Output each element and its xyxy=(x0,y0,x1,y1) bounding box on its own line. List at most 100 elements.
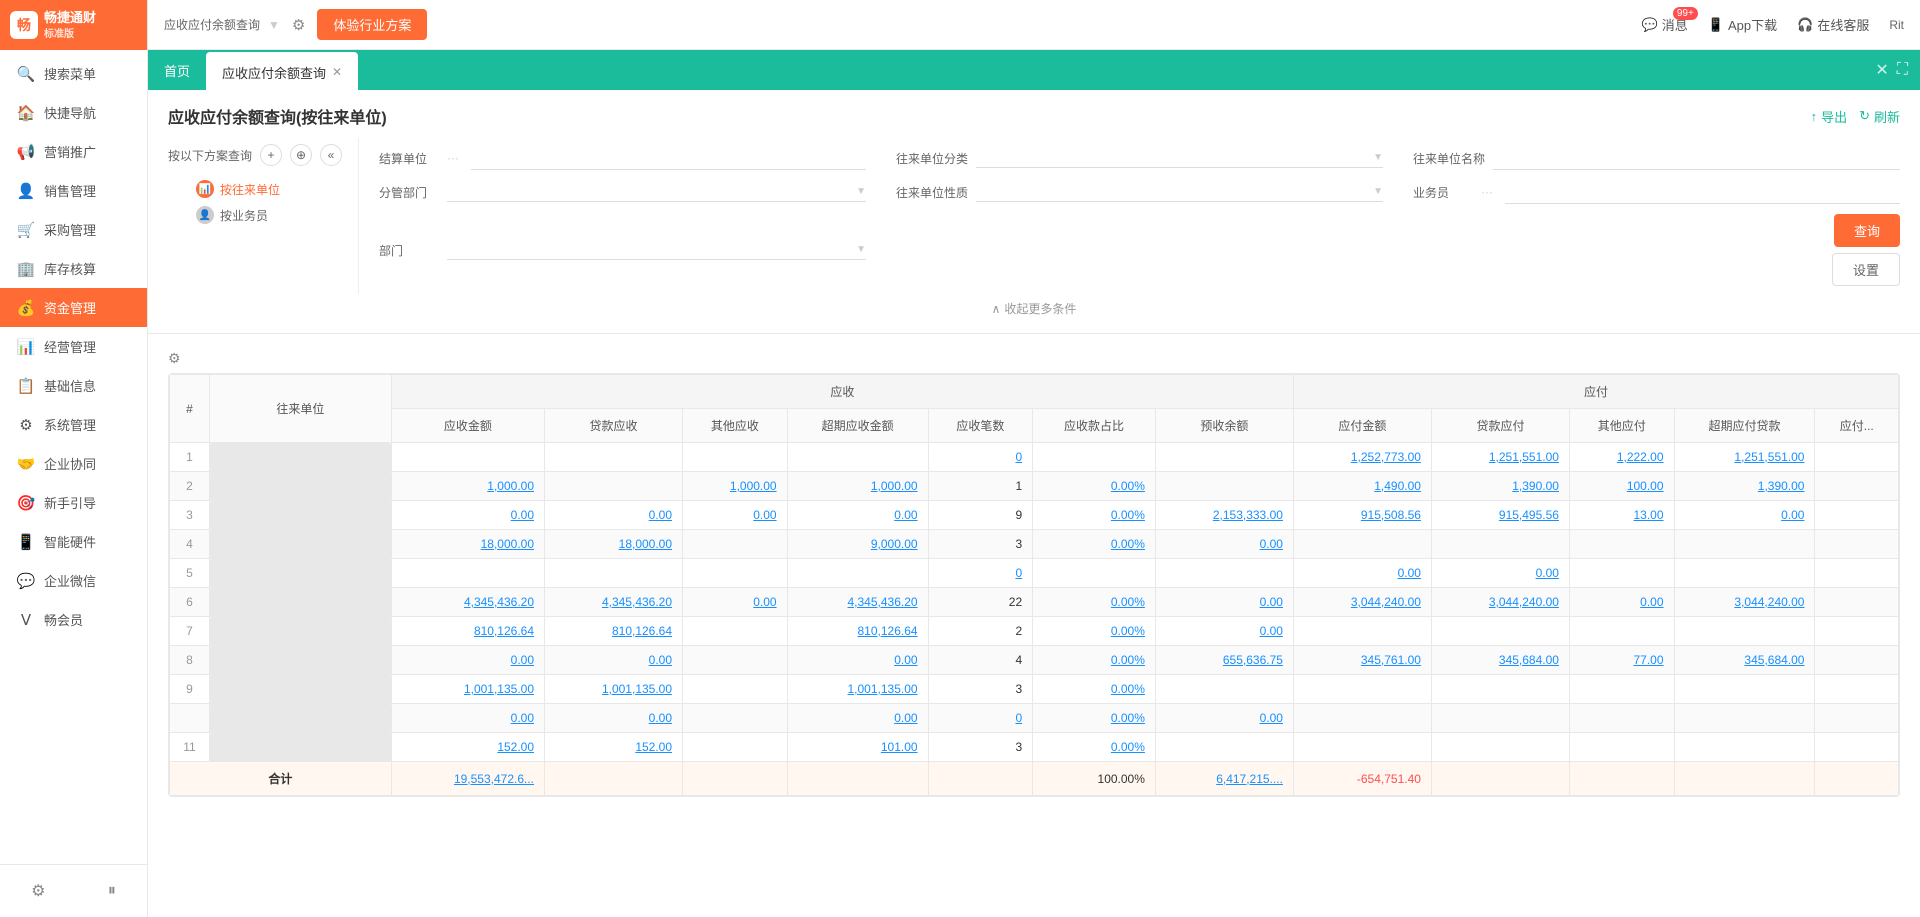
table-cell[interactable]: 101.00 xyxy=(787,733,928,762)
table-cell[interactable]: 4,345,436.20 xyxy=(787,588,928,617)
table-cell[interactable]: 345,761.00 xyxy=(1293,646,1431,675)
table-cell[interactable]: 1,000.00 xyxy=(391,472,544,501)
table-cell[interactable]: 0.00% xyxy=(1033,472,1156,501)
header-gear-icon[interactable]: ⚙ xyxy=(292,16,305,34)
online-service-button[interactable]: 🎧 在线客服 xyxy=(1797,15,1869,34)
table-cell[interactable]: 3,044,240.00 xyxy=(1431,588,1569,617)
table-cell[interactable]: 0 xyxy=(928,704,1033,733)
table-cell[interactable]: 0.00% xyxy=(1033,704,1156,733)
table-cell[interactable]: 1,222.00 xyxy=(1569,443,1674,472)
table-cell[interactable]: 1,251,551.00 xyxy=(1431,443,1569,472)
sidebar-item-finance[interactable]: 💰 资金管理 xyxy=(0,288,147,327)
sidebar-item-member[interactable]: Ⅴ 畅会员 xyxy=(0,600,147,639)
table-cell[interactable]: 100.00 xyxy=(1569,472,1674,501)
table-cell[interactable]: 810,126.64 xyxy=(787,617,928,646)
scheme-collapse-icon[interactable]: « xyxy=(320,144,342,166)
table-cell[interactable]: 0.00 xyxy=(1155,588,1293,617)
table-cell[interactable]: 655,636.75 xyxy=(1155,646,1293,675)
table-cell[interactable]: 0.00% xyxy=(1033,646,1156,675)
sidebar-item-enterprise[interactable]: 🤝 企业协同 xyxy=(0,444,147,483)
refresh-button[interactable]: ↻ 刷新 xyxy=(1859,107,1900,126)
setting-button[interactable]: 设置 xyxy=(1832,253,1900,286)
sidebar-item-purchase[interactable]: 🛒 采购管理 xyxy=(0,210,147,249)
table-cell[interactable]: 1,490.00 xyxy=(1293,472,1431,501)
sidebar-item-system[interactable]: ⚙ 系统管理 xyxy=(0,405,147,444)
scheme-settings-icon[interactable]: ⊕ xyxy=(290,144,312,166)
table-cell[interactable]: 0.00 xyxy=(787,704,928,733)
table-cell[interactable]: 1,390.00 xyxy=(1431,472,1569,501)
query-button[interactable]: 查询 xyxy=(1834,214,1900,247)
table-cell[interactable]: 0.00 xyxy=(683,588,788,617)
table-cell[interactable]: 0 xyxy=(928,559,1033,588)
table-cell[interactable]: 915,495.56 xyxy=(1431,501,1569,530)
table-cell[interactable]: 1,251,551.00 xyxy=(1674,443,1815,472)
sidebar-item-wechat[interactable]: 💬 企业微信 xyxy=(0,561,147,600)
footer-ar-amount[interactable]: 19,553,472.6... xyxy=(391,762,544,796)
export-button[interactable]: ↑ 导出 xyxy=(1811,107,1848,126)
table-cell[interactable]: 1,000.00 xyxy=(787,472,928,501)
add-scheme-icon[interactable]: + xyxy=(260,144,282,166)
department-select[interactable]: ▼ xyxy=(447,240,866,260)
table-cell[interactable]: 345,684.00 xyxy=(1674,646,1815,675)
tab-home[interactable]: 首页 xyxy=(148,50,206,90)
table-gear-icon[interactable]: ⚙ xyxy=(168,350,181,367)
table-cell[interactable]: 13.00 xyxy=(1569,501,1674,530)
table-cell[interactable]: 2,153,333.00 xyxy=(1155,501,1293,530)
partner-category-select[interactable]: ▼ xyxy=(976,148,1383,168)
table-cell[interactable]: 1,001,135.00 xyxy=(391,675,544,704)
sidebar-item-search-menu[interactable]: 🔍 搜索菜单 xyxy=(0,54,147,93)
table-cell[interactable]: 0.00 xyxy=(787,501,928,530)
table-cell[interactable]: 152.00 xyxy=(545,733,683,762)
sidebar-item-marketing[interactable]: 📢 营销推广 xyxy=(0,132,147,171)
sidebar-item-warehouse[interactable]: 🏢 库存核算 xyxy=(0,249,147,288)
table-cell[interactable]: 152.00 xyxy=(391,733,544,762)
table-cell[interactable]: 0.00 xyxy=(1155,704,1293,733)
table-cell[interactable]: 4,345,436.20 xyxy=(545,588,683,617)
sidebar-item-guide[interactable]: 🎯 新手引导 xyxy=(0,483,147,522)
tab-expand-icon[interactable]: ⛶ xyxy=(1897,61,1908,79)
table-cell[interactable]: 0.00 xyxy=(545,704,683,733)
table-cell[interactable]: 0.00 xyxy=(391,704,544,733)
table-cell[interactable]: 0.00% xyxy=(1033,733,1156,762)
scheme-by-partner[interactable]: 📊 按往来单位 xyxy=(196,176,342,202)
table-cell[interactable]: 0.00% xyxy=(1033,588,1156,617)
table-cell[interactable]: 0.00 xyxy=(545,646,683,675)
table-cell[interactable]: 1,000.00 xyxy=(683,472,788,501)
collapse-more-button[interactable]: ∧ 收起更多条件 xyxy=(992,300,1077,317)
user-info[interactable]: Rit xyxy=(1889,18,1904,32)
table-cell[interactable]: 0.00 xyxy=(1293,559,1431,588)
sidebar-item-basic-info[interactable]: 📋 基础信息 xyxy=(0,366,147,405)
table-cell[interactable]: 18,000.00 xyxy=(545,530,683,559)
partner-nature-select[interactable]: ▼ xyxy=(976,182,1383,202)
footer-ar-prepaid[interactable]: 6,417,215.... xyxy=(1155,762,1293,796)
message-button[interactable]: 💬 消息 99+ xyxy=(1642,15,1688,34)
table-cell[interactable]: 0.00 xyxy=(391,646,544,675)
partner-name-input[interactable] xyxy=(1493,147,1900,170)
table-cell[interactable]: 0.00 xyxy=(1674,501,1815,530)
app-download-button[interactable]: 📱 App下载 xyxy=(1708,15,1777,34)
table-cell[interactable]: 915,508.56 xyxy=(1293,501,1431,530)
sidebar-item-smart-hw[interactable]: 📱 智能硬件 xyxy=(0,522,147,561)
table-cell[interactable]: 1,390.00 xyxy=(1674,472,1815,501)
table-cell[interactable]: 77.00 xyxy=(1569,646,1674,675)
table-cell[interactable]: 0 xyxy=(928,443,1033,472)
table-cell[interactable]: 0.00 xyxy=(1431,559,1569,588)
table-cell[interactable]: 9,000.00 xyxy=(787,530,928,559)
salesperson-dots[interactable]: ··· xyxy=(1481,185,1493,199)
table-cell[interactable]: 0.00% xyxy=(1033,501,1156,530)
table-cell[interactable]: 3,044,240.00 xyxy=(1674,588,1815,617)
table-cell[interactable]: 0.00 xyxy=(1155,617,1293,646)
table-cell[interactable]: 0.00% xyxy=(1033,675,1156,704)
table-cell[interactable]: 1,252,773.00 xyxy=(1293,443,1431,472)
sidebar-item-sales[interactable]: 👤 销售管理 xyxy=(0,171,147,210)
tab-close-window-icon[interactable]: ✕ xyxy=(1875,60,1888,80)
settings-bottom-icon[interactable]: ⚙ xyxy=(25,875,51,907)
table-cell[interactable]: 0.00 xyxy=(391,501,544,530)
table-cell[interactable]: 4,345,436.20 xyxy=(391,588,544,617)
table-cell[interactable]: 0.00 xyxy=(545,501,683,530)
tab-close-icon[interactable]: ✕ xyxy=(332,65,342,79)
table-cell[interactable]: 0.00% xyxy=(1033,530,1156,559)
scheme-by-staff[interactable]: 👤 按业务员 xyxy=(196,202,342,228)
table-cell[interactable]: 810,126.64 xyxy=(391,617,544,646)
table-cell[interactable]: 0.00 xyxy=(683,501,788,530)
